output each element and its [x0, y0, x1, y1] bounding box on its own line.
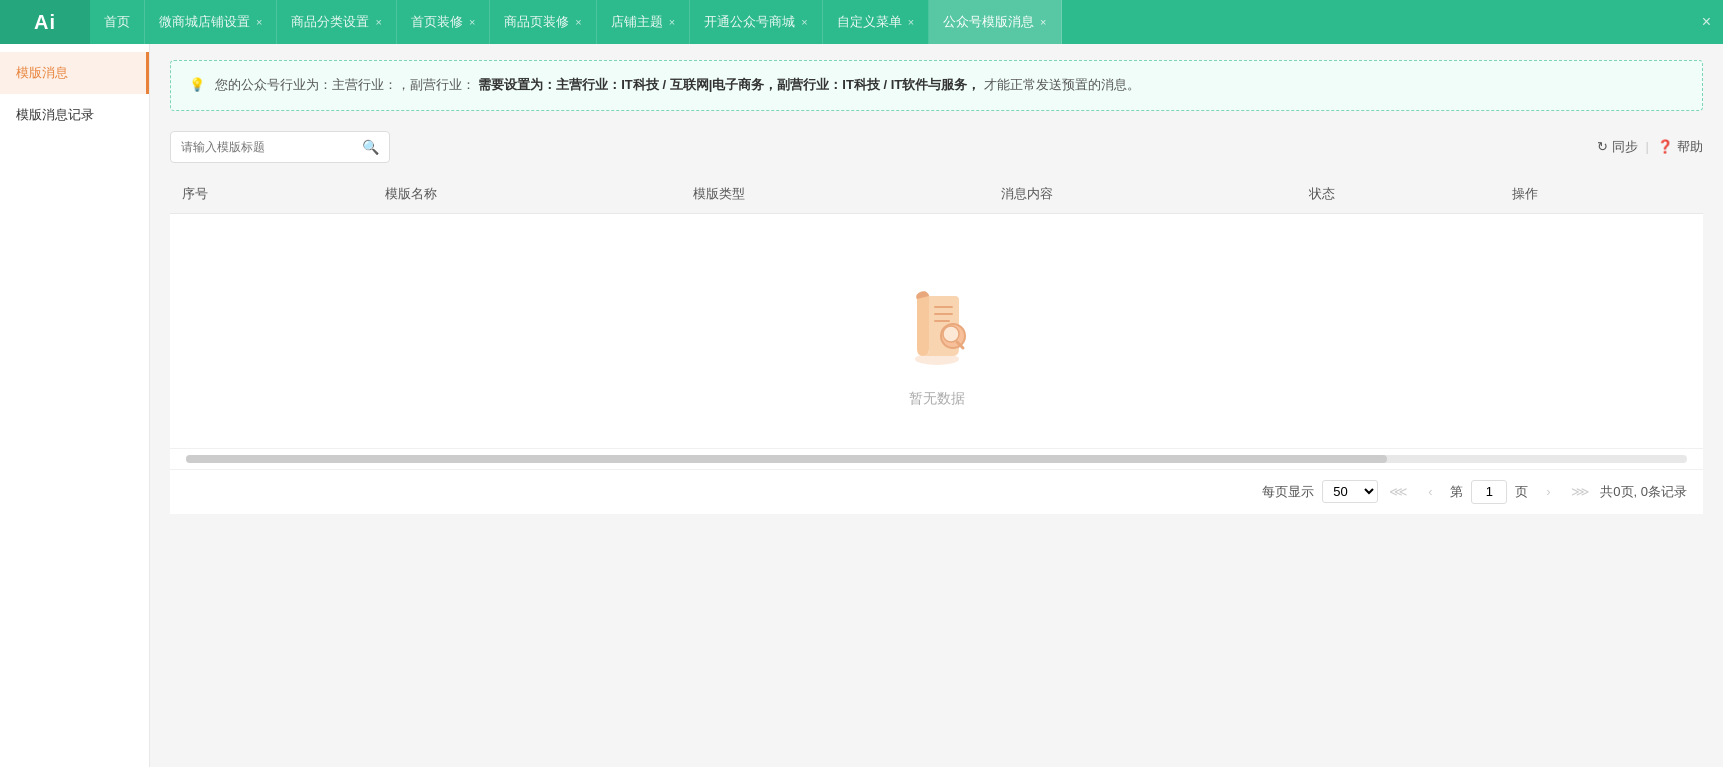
sync-icon: ↻ [1597, 139, 1608, 154]
close-tab-store-settings[interactable]: × [256, 16, 262, 28]
top-navigation: Ai 首页 微商城店铺设置 × 商品分类设置 × 首页装修 × 商品页装修 × … [0, 0, 1723, 44]
close-tab-template-message[interactable]: × [1040, 16, 1046, 28]
data-table: 序号 模版名称 模版类型 消息内容 状态 操作 [170, 175, 1703, 448]
tab-home-decor[interactable]: 首页装修 × [397, 0, 490, 44]
empty-illustration [887, 274, 987, 374]
close-tab-open-wechat-store[interactable]: × [801, 16, 807, 28]
help-icon: ❓ [1657, 139, 1673, 154]
search-input-wrap: 🔍 [170, 131, 390, 163]
sidebar-item-template-message[interactable]: 模版消息 [0, 52, 149, 94]
per-page-label: 每页显示 [1262, 483, 1314, 501]
col-type: 模版类型 [681, 175, 989, 214]
close-all-tabs-button[interactable]: × [1690, 13, 1723, 31]
notice-banner: 💡 您的公众号行业为：主营行业：，副营行业： 需要设置为：主营行业：IT科技 /… [170, 60, 1703, 111]
tab-store-settings[interactable]: 微商城店铺设置 × [145, 0, 277, 44]
action-divider: | [1646, 139, 1649, 154]
search-left: 🔍 [170, 131, 390, 163]
main-layout: 模版消息 模版消息记录 💡 您的公众号行业为：主营行业：，副营行业： 需要设置为… [0, 44, 1723, 767]
close-tab-home-decor[interactable]: × [469, 16, 475, 28]
tab-home[interactable]: 首页 [90, 0, 145, 44]
table-header: 序号 模版名称 模版类型 消息内容 状态 操作 [170, 175, 1703, 214]
page-input[interactable] [1471, 480, 1507, 504]
pagination: 每页显示 50 20 100 ⋘ ‹ 第 页 › ⋙ 共0页, 0条记录 [170, 469, 1703, 514]
tab-product-decor[interactable]: 商品页装修 × [490, 0, 596, 44]
right-actions: ↻ 同步 | ❓ 帮助 [1597, 138, 1703, 156]
empty-row: 暂无数据 [170, 213, 1703, 448]
per-page-select[interactable]: 50 20 100 [1322, 480, 1378, 503]
tab-store-theme[interactable]: 店铺主题 × [597, 0, 690, 44]
app-logo: Ai [0, 0, 90, 44]
notice-icon: 💡 [189, 77, 205, 92]
next-page-button[interactable]: › [1536, 480, 1560, 504]
table-body: 暂无数据 [170, 213, 1703, 448]
svg-point-5 [943, 326, 959, 342]
sidebar-item-template-message-record[interactable]: 模版消息记录 [0, 94, 149, 136]
page-label: 第 [1450, 483, 1463, 501]
empty-state: 暂无数据 [170, 214, 1703, 448]
col-action: 操作 [1500, 175, 1703, 214]
close-tab-store-theme[interactable]: × [669, 16, 675, 28]
empty-text: 暂无数据 [909, 390, 965, 408]
nav-tabs: 首页 微商城店铺设置 × 商品分类设置 × 首页装修 × 商品页装修 × 店铺主… [90, 0, 1690, 44]
search-button[interactable]: 🔍 [362, 139, 379, 155]
content-area: 💡 您的公众号行业为：主营行业：，副营行业： 需要设置为：主营行业：IT科技 /… [150, 44, 1723, 767]
tab-custom-menu[interactable]: 自定义菜单 × [823, 0, 929, 44]
last-page-button[interactable]: ⋙ [1568, 480, 1592, 504]
total-info: 共0页, 0条记录 [1600, 483, 1687, 501]
search-bar: 🔍 ↻ 同步 | ❓ 帮助 [170, 131, 1703, 163]
scrollbar-track[interactable] [186, 455, 1687, 463]
close-tab-product-decor[interactable]: × [575, 16, 581, 28]
col-status: 状态 [1297, 175, 1500, 214]
col-index: 序号 [170, 175, 373, 214]
close-tab-category-settings[interactable]: × [375, 16, 381, 28]
col-name: 模版名称 [373, 175, 681, 214]
search-input[interactable] [181, 140, 362, 154]
sync-button[interactable]: ↻ 同步 [1597, 138, 1638, 156]
tab-category-settings[interactable]: 商品分类设置 × [277, 0, 396, 44]
sidebar: 模版消息 模版消息记录 [0, 44, 150, 767]
tab-open-wechat-store[interactable]: 开通公众号商城 × [690, 0, 822, 44]
scrollbar-area[interactable] [170, 448, 1703, 469]
scrollbar-thumb[interactable] [186, 455, 1387, 463]
page-unit: 页 [1515, 483, 1528, 501]
table-header-row: 序号 模版名称 模版类型 消息内容 状态 操作 [170, 175, 1703, 214]
first-page-button[interactable]: ⋘ [1386, 480, 1410, 504]
close-tab-custom-menu[interactable]: × [908, 16, 914, 28]
help-button[interactable]: ❓ 帮助 [1657, 138, 1703, 156]
col-content: 消息内容 [989, 175, 1297, 214]
prev-page-button[interactable]: ‹ [1418, 480, 1442, 504]
tab-template-message[interactable]: 公众号模版消息 × [929, 0, 1061, 44]
